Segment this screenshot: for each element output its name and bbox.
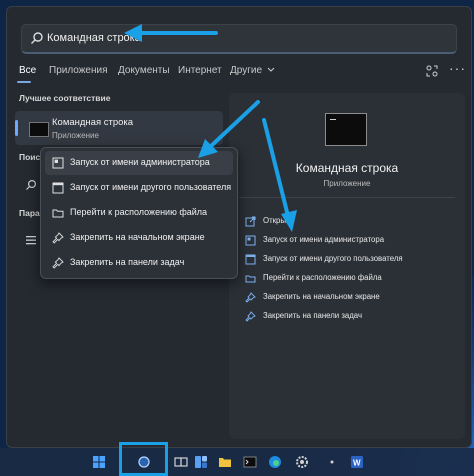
more-options-icon[interactable]: ··· <box>449 60 466 76</box>
settings-heading: Пара <box>19 208 40 218</box>
best-match-result[interactable]: Командная строка Приложение <box>15 111 223 145</box>
tab-apps[interactable]: Приложения <box>49 65 108 76</box>
pinned-app-dot-icon[interactable] <box>325 455 339 469</box>
action-pin-to-start-label: Закрепить на начальном экране <box>263 292 380 301</box>
user-window-icon <box>52 182 64 194</box>
action-run-as-other-user-label: Запуск от имени другого пользователя <box>263 254 403 263</box>
menu-open-file-location-label: Перейти к расположению файла <box>70 207 208 217</box>
menu-run-as-other-user[interactable]: Запуск от имени другого пользователя <box>45 176 233 200</box>
search-input[interactable]: Командная строка <box>47 32 141 44</box>
search-icon[interactable] <box>137 455 151 469</box>
tab-documents[interactable]: Документы <box>118 65 170 76</box>
shield-icon <box>52 157 64 169</box>
pin-icon <box>245 311 256 322</box>
menu-pin-to-taskbar[interactable]: Закрепить на панели задач <box>45 251 233 275</box>
folder-icon <box>245 275 256 283</box>
action-open-file-location[interactable]: Перейти к расположению файла <box>241 270 451 288</box>
best-match-kind: Приложение <box>52 131 99 140</box>
search-box[interactable]: Командная строка <box>21 24 457 54</box>
menu-run-as-admin[interactable]: Запуск от имени администратора <box>45 151 233 175</box>
pin-icon <box>52 257 64 269</box>
action-open[interactable]: Открыть <box>241 213 451 231</box>
settings-list-icon <box>26 236 36 245</box>
start-search-panel: Командная строка Все Приложения Документ… <box>6 6 472 448</box>
detail-app-name: Командная строка <box>295 161 399 175</box>
action-run-as-other-user[interactable]: Запуск от имени другого пользователя <box>241 251 451 269</box>
cmd-app-icon <box>29 122 49 137</box>
terminal-icon[interactable] <box>243 455 257 469</box>
account-switch-icon[interactable] <box>425 64 439 78</box>
best-match-name: Командная строка <box>52 117 134 128</box>
user-window-icon <box>245 254 256 265</box>
best-match-heading: Лучшее соответствие <box>19 93 111 103</box>
word-icon[interactable]: W <box>350 455 364 469</box>
selection-indicator <box>15 120 18 136</box>
start-icon[interactable] <box>92 455 106 469</box>
menu-open-file-location[interactable]: Перейти к расположению файла <box>45 201 233 225</box>
menu-pin-to-start[interactable]: Закрепить на начальном экране <box>45 226 233 250</box>
menu-run-as-admin-label: Запуск от имени администратора <box>70 157 210 167</box>
action-open-file-location-label: Перейти к расположению файла <box>263 273 382 282</box>
menu-pin-to-taskbar-label: Закрепить на панели задач <box>70 257 185 267</box>
folder-icon <box>52 209 64 218</box>
action-pin-to-taskbar-label: Закрепить на панели задач <box>263 311 363 320</box>
widgets-icon[interactable] <box>194 455 208 469</box>
app-details-pane: Командная строка Приложение Открыть Запу… <box>229 93 465 439</box>
action-run-as-admin[interactable]: Запуск от имени администратора <box>241 232 451 250</box>
svg-text:W: W <box>353 459 361 468</box>
pin-icon <box>52 232 64 244</box>
tab-internet[interactable]: Интернет <box>178 65 222 76</box>
web-search-heading: Поис <box>19 152 41 162</box>
context-menu: Запуск от имени администратора Запуск от… <box>40 147 238 279</box>
edge-icon[interactable] <box>268 455 282 469</box>
menu-pin-to-start-label: Закрепить на начальном экране <box>70 232 205 242</box>
search-icon <box>31 32 43 44</box>
task-view-icon[interactable] <box>174 455 188 469</box>
action-pin-to-taskbar[interactable]: Закрепить на панели задач <box>241 308 451 326</box>
pin-icon <box>245 292 256 303</box>
shield-icon <box>245 235 256 246</box>
action-run-as-admin-label: Запуск от имени администратора <box>263 235 385 244</box>
menu-run-as-other-user-label: Запуск от имени другого пользователя <box>70 182 232 192</box>
detail-app-kind: Приложение <box>323 179 371 188</box>
explorer-icon[interactable] <box>218 455 232 469</box>
taskbar: W <box>0 442 474 476</box>
cmd-large-icon <box>325 113 367 146</box>
tab-active-indicator <box>17 81 31 83</box>
search-icon <box>26 179 37 190</box>
tab-other-label: Другие <box>230 65 263 76</box>
chevron-down-icon <box>267 67 275 73</box>
divider <box>239 197 455 198</box>
open-icon <box>245 216 256 227</box>
action-open-label: Открыть <box>263 216 294 225</box>
tab-all[interactable]: Все <box>19 65 36 76</box>
action-pin-to-start[interactable]: Закрепить на начальном экране <box>241 289 451 307</box>
tab-other[interactable]: Другие <box>230 65 275 76</box>
settings-icon[interactable] <box>295 455 309 469</box>
